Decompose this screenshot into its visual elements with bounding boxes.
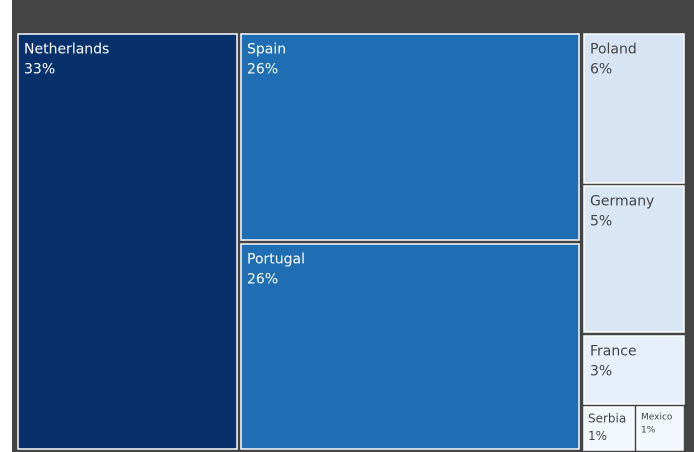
- treemap-cell-germany[interactable]: Germany 5%: [583, 185, 685, 333]
- treemap-label-germany: Germany: [590, 193, 654, 209]
- treemap-value-mexico: 1%: [641, 426, 656, 436]
- treemap-cell-france[interactable]: France 3%: [583, 335, 685, 405]
- treemap-cell-poland[interactable]: Poland 6%: [583, 33, 685, 184]
- treemap-value-germany: 5%: [590, 214, 612, 230]
- treemap-label-serbia: Serbia: [588, 411, 626, 425]
- treemap-cell-portugal[interactable]: Portugal 26%: [240, 243, 580, 450]
- treemap-label-mexico: Mexico: [641, 413, 673, 423]
- treemap-label-spain: Spain: [247, 41, 286, 57]
- treemap-cell-netherlands[interactable]: Netherlands 33%: [17, 33, 238, 450]
- treemap-cell-spain[interactable]: Spain 26%: [240, 33, 580, 241]
- treemap-value-netherlands: 33%: [24, 62, 55, 78]
- treemap-svg: Netherlands 33% Spain 26% Portugal 26% Poland 6…: [12, 0, 694, 452]
- treemap-label-portugal: Portugal: [247, 251, 305, 267]
- treemap-label-poland: Poland: [590, 41, 637, 57]
- treemap-value-poland: 6%: [590, 62, 612, 78]
- treemap-cell-serbia[interactable]: Serbia 1%: [583, 406, 635, 451]
- treemap-value-serbia: 1%: [588, 429, 607, 443]
- treemap-label-netherlands: Netherlands: [24, 41, 109, 57]
- treemap-rect-portugal: [240, 243, 580, 450]
- treemap-value-spain: 26%: [247, 62, 278, 78]
- treemap-chart: Netherlands 33% Spain 26% Portugal 26% Poland 6…: [0, 0, 694, 452]
- treemap-value-portugal: 26%: [247, 272, 278, 288]
- treemap-cell-mexico[interactable]: Mexico 1%: [636, 406, 684, 451]
- treemap-value-france: 3%: [590, 364, 612, 380]
- treemap-rect-netherlands: [17, 33, 238, 450]
- treemap-label-france: France: [590, 343, 637, 359]
- treemap-rect-spain: [240, 33, 580, 241]
